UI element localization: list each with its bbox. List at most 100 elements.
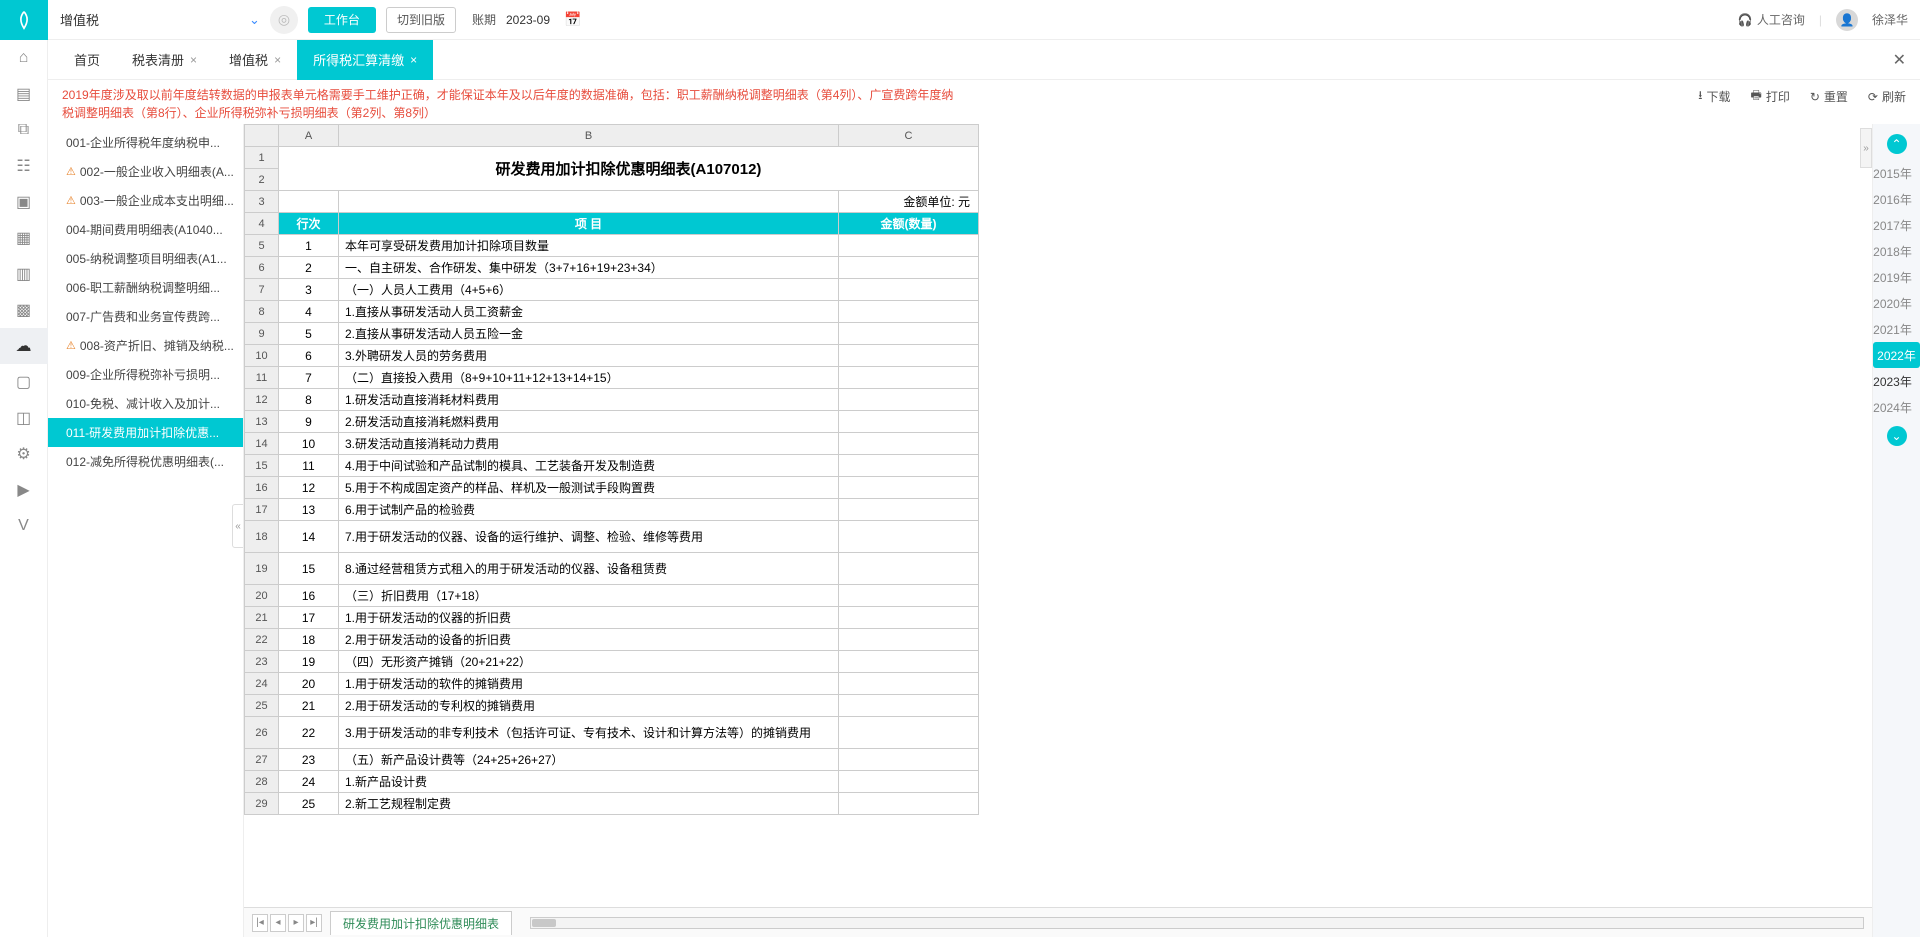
amount-cell[interactable] bbox=[839, 651, 979, 673]
expand-right-handle[interactable]: » bbox=[1860, 128, 1872, 168]
year-2023年[interactable]: 2023年 bbox=[1873, 368, 1920, 394]
form-item-3[interactable]: 004-期间费用明细表(A1040... bbox=[48, 215, 243, 244]
doc-icon[interactable]: ◎ bbox=[270, 6, 298, 34]
form-item-0[interactable]: 001-企业所得税年度纳税申... bbox=[48, 128, 243, 157]
nav-video-icon[interactable]: ▶ bbox=[0, 472, 48, 508]
nav-inbox-icon[interactable]: ◫ bbox=[0, 400, 48, 436]
form-item-4[interactable]: 005-纳税调整项目明细表(A1... bbox=[48, 244, 243, 273]
year-2019年[interactable]: 2019年 bbox=[1873, 264, 1920, 290]
row-item: 3.研发活动直接消耗动力费用 bbox=[339, 433, 839, 455]
nav-tax-icon[interactable]: ☁ bbox=[0, 328, 48, 364]
tab-1[interactable]: 税表清册× bbox=[116, 40, 213, 80]
collapse-sidebar-handle[interactable]: « bbox=[232, 504, 244, 548]
consult-link[interactable]: 🎧人工咨询 bbox=[1738, 11, 1805, 28]
form-item-6[interactable]: 007-广告费和业务宣传费跨... bbox=[48, 302, 243, 331]
nav-report-icon[interactable]: ▦ bbox=[0, 220, 48, 256]
nav-dashboard-icon[interactable]: ▩ bbox=[0, 292, 48, 328]
amount-cell[interactable] bbox=[839, 345, 979, 367]
amount-cell[interactable] bbox=[839, 323, 979, 345]
amount-cell[interactable] bbox=[839, 499, 979, 521]
amount-cell[interactable] bbox=[839, 301, 979, 323]
form-item-7[interactable]: ⚠008-资产折旧、摊销及纳税... bbox=[48, 331, 243, 360]
amount-cell[interactable] bbox=[839, 521, 979, 553]
tab-2[interactable]: 增值税× bbox=[213, 40, 297, 80]
year-2021年[interactable]: 2021年 bbox=[1873, 316, 1920, 342]
nav-settings-icon[interactable]: ⚙ bbox=[0, 436, 48, 472]
year-2018年[interactable]: 2018年 bbox=[1873, 238, 1920, 264]
close-icon[interactable]: × bbox=[410, 53, 417, 67]
spreadsheet[interactable]: ABC1研发费用加计扣除优惠明细表(A107012)23金额单位: 元4行次项 … bbox=[244, 124, 1872, 907]
calendar-icon[interactable]: 📅 bbox=[564, 11, 581, 28]
amount-cell[interactable] bbox=[839, 629, 979, 651]
form-item-1[interactable]: ⚠002-一般企业收入明细表(A... bbox=[48, 157, 243, 186]
workbench-button[interactable]: 工作台 bbox=[308, 7, 376, 33]
switch-old-button[interactable]: 切到旧版 bbox=[386, 7, 456, 33]
amount-cell[interactable] bbox=[839, 695, 979, 717]
year-2017年[interactable]: 2017年 bbox=[1873, 212, 1920, 238]
form-item-8[interactable]: 009-企业所得税弥补亏损明... bbox=[48, 360, 243, 389]
headset-icon: 🎧 bbox=[1738, 13, 1753, 27]
form-item-11[interactable]: 012-减免所得税优惠明细表(... bbox=[48, 447, 243, 476]
reset-button[interactable]: ↻ 重置 bbox=[1810, 86, 1848, 107]
amount-cell[interactable] bbox=[839, 389, 979, 411]
nav-v-icon[interactable]: V bbox=[0, 508, 48, 544]
sheet-nav-first[interactable]: |◂ bbox=[252, 914, 268, 932]
amount-cell[interactable] bbox=[839, 793, 979, 815]
nav-clipboard-icon[interactable]: ▣ bbox=[0, 184, 48, 220]
year-2022年[interactable]: 2022年 bbox=[1873, 342, 1920, 368]
nav-tag-icon[interactable]: ▥ bbox=[0, 256, 48, 292]
tax-type-label: 增值税 bbox=[60, 10, 99, 29]
amount-cell[interactable] bbox=[839, 749, 979, 771]
amount-cell[interactable] bbox=[839, 673, 979, 695]
print-button[interactable]: 🖶 打印 bbox=[1751, 86, 1790, 107]
amount-cell[interactable] bbox=[839, 771, 979, 793]
amount-cell[interactable] bbox=[839, 235, 979, 257]
sheet-nav-next[interactable]: ▸ bbox=[288, 914, 304, 932]
nav-chart-icon[interactable]: ⧉ bbox=[0, 112, 48, 148]
year-scroll-down[interactable]: ⌄ bbox=[1887, 426, 1907, 446]
tax-type-selector[interactable]: 增值税 ⌄ bbox=[60, 10, 260, 29]
sheet-title: 研发费用加计扣除优惠明细表(A107012) bbox=[279, 147, 979, 191]
close-icon[interactable]: × bbox=[274, 53, 281, 67]
amount-cell[interactable] bbox=[839, 367, 979, 389]
username[interactable]: 徐泽华 bbox=[1872, 11, 1908, 28]
row-item: 3.用于研发活动的非专利技术（包括许可证、专有技术、设计和计算方法等）的摊销费用 bbox=[339, 717, 839, 749]
tab-3[interactable]: 所得税汇算清缴× bbox=[297, 40, 433, 80]
sheet-tab[interactable]: 研发费用加计扣除优惠明细表 bbox=[330, 911, 512, 935]
download-button[interactable]: ⭳ 下载 bbox=[1698, 86, 1730, 107]
row-item: 一、自主研发、合作研发、集中研发（3+7+16+19+23+34） bbox=[339, 257, 839, 279]
horizontal-scrollbar[interactable] bbox=[530, 916, 1864, 930]
year-2015年[interactable]: 2015年 bbox=[1873, 160, 1920, 186]
year-scroll-up[interactable]: ⌃ bbox=[1887, 134, 1907, 154]
form-item-2[interactable]: ⚠003-一般企业成本支出明细... bbox=[48, 186, 243, 215]
avatar[interactable]: 👤 bbox=[1836, 9, 1858, 31]
close-icon[interactable]: × bbox=[190, 53, 197, 67]
amount-cell[interactable] bbox=[839, 455, 979, 477]
year-2024年[interactable]: 2024年 bbox=[1873, 394, 1920, 420]
close-all-tabs-icon[interactable]: ✕ bbox=[1893, 50, 1906, 70]
sheet-nav-prev[interactable]: ◂ bbox=[270, 914, 286, 932]
amount-cell[interactable] bbox=[839, 607, 979, 629]
amount-cell[interactable] bbox=[839, 257, 979, 279]
year-2016年[interactable]: 2016年 bbox=[1873, 186, 1920, 212]
amount-cell[interactable] bbox=[839, 433, 979, 455]
amount-cell[interactable] bbox=[839, 279, 979, 301]
nav-money-icon[interactable]: ☷ bbox=[0, 148, 48, 184]
form-item-5[interactable]: 006-职工薪酬纳税调整明细... bbox=[48, 273, 243, 302]
nav-home-icon[interactable]: ⌂ bbox=[0, 40, 48, 76]
sheet-nav-last[interactable]: ▸| bbox=[306, 914, 322, 932]
row-item: 1.直接从事研发活动人员工资薪金 bbox=[339, 301, 839, 323]
period-value[interactable]: 2023-09 bbox=[506, 13, 550, 27]
nav-archive-icon[interactable]: ▢ bbox=[0, 364, 48, 400]
tab-0[interactable]: 首页 bbox=[58, 40, 116, 80]
form-item-10[interactable]: 011-研发费用加计扣除优惠... bbox=[48, 418, 243, 447]
amount-cell[interactable] bbox=[839, 477, 979, 499]
form-item-9[interactable]: 010-免税、减计收入及加计... bbox=[48, 389, 243, 418]
year-2020年[interactable]: 2020年 bbox=[1873, 290, 1920, 316]
refresh-button[interactable]: ⟳ 刷新 bbox=[1868, 86, 1906, 107]
amount-cell[interactable] bbox=[839, 411, 979, 433]
amount-cell[interactable] bbox=[839, 585, 979, 607]
amount-cell[interactable] bbox=[839, 553, 979, 585]
nav-doc-icon[interactable]: ▤ bbox=[0, 76, 48, 112]
amount-cell[interactable] bbox=[839, 717, 979, 749]
